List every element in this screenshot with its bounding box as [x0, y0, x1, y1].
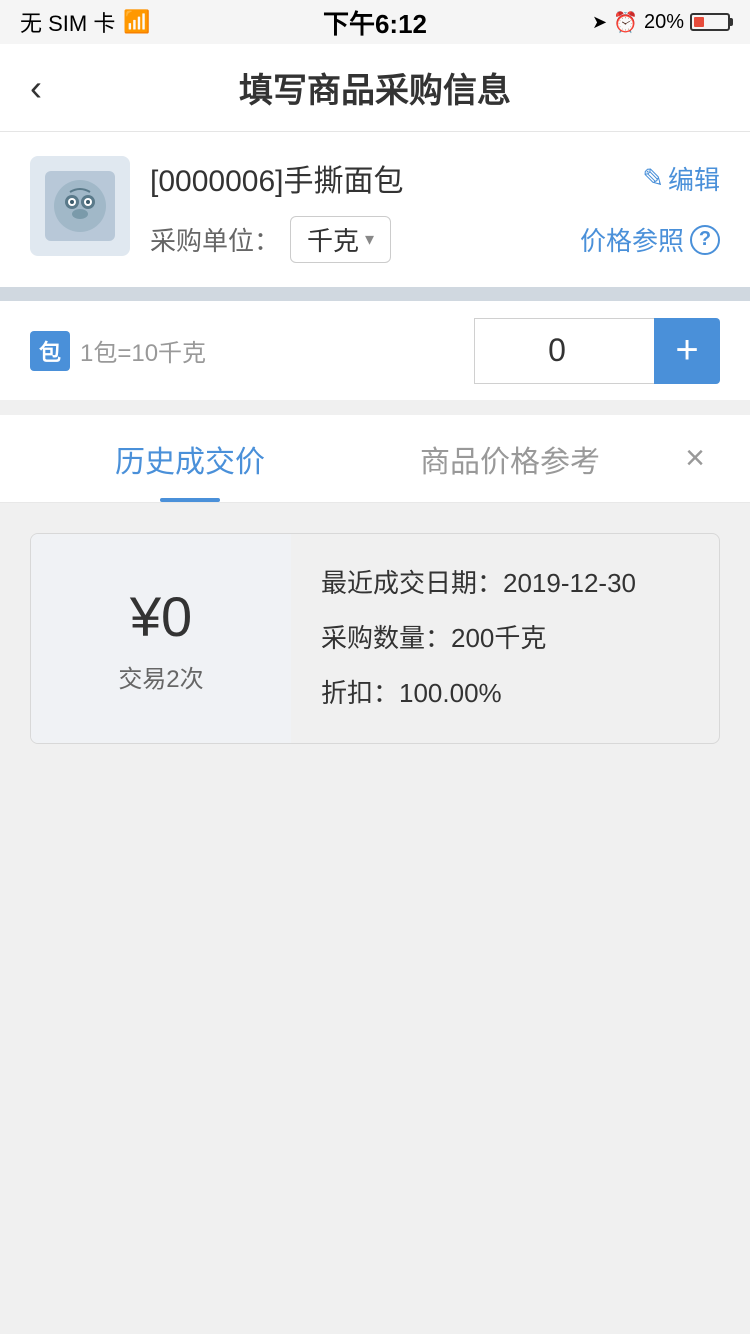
- price-trades-text: 交易2次: [118, 659, 203, 694]
- purchase-unit-left: 采购单位： 千克 ▾: [150, 216, 391, 263]
- price-detail-date: 最近成交日期：2019-12-30: [321, 564, 689, 603]
- tab-product-price-ref[interactable]: 商品价格参考: [350, 415, 670, 502]
- quantity-plus-button[interactable]: +: [654, 318, 720, 384]
- tabs-section: 历史成交价 商品价格参考 ×: [0, 415, 750, 503]
- price-ref-help-icon: ?: [690, 225, 720, 255]
- price-amount: ¥0: [130, 584, 192, 649]
- carrier-text: 无 SIM 卡: [20, 6, 115, 38]
- discount-label: 折扣：: [321, 678, 399, 708]
- purchase-unit-row: 采购单位： 千克 ▾ 价格参照 ?: [150, 216, 720, 263]
- quantity-label: 包 1包=10千克: [30, 331, 206, 371]
- unit-select-dropdown[interactable]: 千克 ▾: [290, 216, 391, 263]
- product-icon: [50, 176, 110, 236]
- tab-history-price-label: 历史成交价: [115, 437, 265, 481]
- product-image: [45, 171, 115, 241]
- date-value: 2019-12-30: [503, 568, 636, 598]
- quantity-input[interactable]: [474, 318, 654, 384]
- tab-close-button[interactable]: ×: [670, 434, 720, 484]
- page-title: 填写商品采购信息: [239, 63, 511, 112]
- page-header: ‹ 填写商品采购信息: [0, 44, 750, 132]
- status-left: 无 SIM 卡 📶: [20, 6, 151, 38]
- quantity-label-text: 采购数量：: [321, 623, 451, 653]
- price-detail-quantity: 采购数量：200千克: [321, 619, 689, 658]
- tabs-row: 历史成交价 商品价格参考 ×: [0, 415, 750, 503]
- price-card: ¥0 交易2次 最近成交日期：2019-12-30 采购数量：200千克 折扣：…: [30, 533, 720, 744]
- back-button[interactable]: ‹: [20, 57, 52, 119]
- price-ref-label: 价格参照: [580, 221, 684, 258]
- product-name: [0000006]手撕面包: [150, 156, 403, 200]
- discount-value: 100.00%: [399, 678, 502, 708]
- battery-percent: 20%: [644, 11, 684, 34]
- main-content: 历史成交价 商品价格参考 × ¥0 交易2次 最近成交日期：2019-12-30: [0, 415, 750, 1015]
- quantity-value-text: 200千克: [451, 623, 546, 653]
- dropdown-arrow-icon: ▾: [365, 229, 374, 250]
- tab-product-price-ref-label: 商品价格参考: [420, 437, 600, 481]
- alarm-icon: ⏰: [613, 10, 638, 35]
- unit-badge: 包: [30, 331, 70, 371]
- price-detail-discount: 折扣：100.00%: [321, 674, 689, 713]
- price-currency-symbol: ¥: [130, 585, 161, 648]
- tab-history-price[interactable]: 历史成交价: [30, 415, 350, 502]
- card-section: ¥0 交易2次 最近成交日期：2019-12-30 采购数量：200千克 折扣：…: [0, 503, 750, 774]
- unit-conversion-text: 1包=10千克: [80, 333, 206, 368]
- quantity-section: 包 1包=10千克 +: [0, 301, 750, 401]
- product-row: [0000006]手撕面包 ✎ 编辑 采购单位： 千克 ▾ 价格参照 ?: [30, 156, 720, 263]
- product-thumbnail: [30, 156, 130, 256]
- quantity-input-area: +: [474, 318, 720, 384]
- status-time: 下午6:12: [323, 4, 427, 41]
- status-bar: 无 SIM 卡 📶 下午6:12 ➤ ⏰ 20%: [0, 0, 750, 44]
- edit-label: 编辑: [668, 160, 720, 197]
- unit-value: 千克: [307, 221, 359, 258]
- unit-label: 采购单位：: [150, 221, 280, 258]
- battery-indicator: [690, 13, 730, 31]
- price-reference-button[interactable]: 价格参照 ?: [580, 221, 720, 258]
- wifi-icon: 📶: [123, 9, 150, 35]
- edit-icon: ✎: [642, 163, 664, 194]
- price-value: 0: [161, 585, 192, 648]
- date-label: 最近成交日期：: [321, 568, 503, 598]
- product-section: [0000006]手撕面包 ✎ 编辑 采购单位： 千克 ▾ 价格参照 ?: [0, 132, 750, 287]
- product-header-row: [0000006]手撕面包 ✎ 编辑: [150, 156, 720, 200]
- divider-bar: [0, 287, 750, 301]
- product-info: [0000006]手撕面包 ✎ 编辑 采购单位： 千克 ▾ 价格参照 ?: [150, 156, 720, 263]
- location-icon: ➤: [592, 12, 607, 33]
- price-card-right: 最近成交日期：2019-12-30 采购数量：200千克 折扣：100.00%: [291, 534, 719, 743]
- status-right: ➤ ⏰ 20%: [592, 10, 730, 35]
- edit-button[interactable]: ✎ 编辑: [642, 160, 720, 197]
- price-card-left: ¥0 交易2次: [31, 534, 291, 743]
